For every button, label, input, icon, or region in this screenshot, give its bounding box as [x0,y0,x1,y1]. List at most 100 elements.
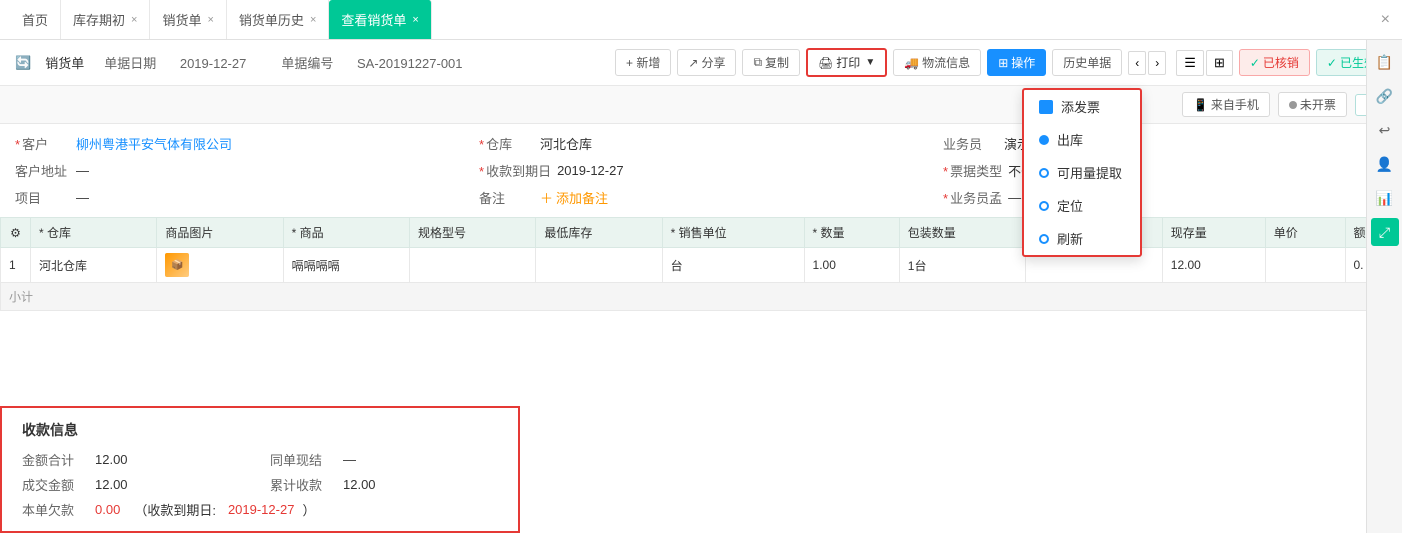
prev-button[interactable]: ‹ [1128,51,1146,75]
deal-amount-value: 12.00 [95,477,128,492]
plus-icon: ＋ [540,188,553,207]
tab-close-inventory[interactable]: × [131,14,137,26]
sold-out-button[interactable]: ✓ 已核销 [1239,49,1310,76]
doc-title-area: 🔄 销货单 单据日期 2019-12-27 单据编号 SA-20191227-0… [15,53,478,72]
tab-inventory-init[interactable]: 库存期初 × [61,0,150,39]
available-qty-icon [1039,168,1049,178]
doc-header: 🔄 销货单 单据日期 2019-12-27 单据编号 SA-20191227-0… [0,40,1402,86]
effective-check-icon: ✓ [1327,56,1337,70]
copy-icon: ⧉ [753,55,762,70]
subtotal-label: 小计 [1,283,1402,311]
col-settings[interactable]: ⚙ [1,218,31,248]
doc-number-value: SA-20191227-001 [357,56,463,71]
doc-actions: + 新增 ↗ 分享 ⧉ 复制 🖨 打印 ▼ 🚚 物流信息 [615,48,1387,77]
owed-row: 本单欠款 0.00 （收款到期日: 2019-12-27 ） [22,500,498,519]
row-qty: 1.00 [804,248,899,283]
table-row: 1 河北仓库 📦 嗝嗝嗝嗝 台 1.00 1台 12.00 [1,248,1402,283]
tab-sales-order[interactable]: 销货单 × [150,0,226,39]
row-index: 1 [1,248,31,283]
sidebar-user-icon[interactable]: 👤 [1371,150,1399,178]
grid-icon: ⊞ [998,56,1008,70]
grid-view-button[interactable]: ⊞ [1206,50,1233,76]
cumulative-row: 累计收款 12.00 [270,475,498,494]
form-section: *客户 柳州粤港平安气体有限公司 *仓库 河北仓库 业务员 演示账号 客户地址 … [0,124,1402,217]
check-circle-icon: ✓ [1250,56,1260,70]
copy-button[interactable]: ⧉ 复制 [742,49,800,76]
warehouse-value: 河北仓库 [540,134,592,153]
sidebar-link-icon[interactable]: 🔗 [1371,82,1399,110]
tab-close-view[interactable]: × [412,14,418,26]
print-button[interactable]: 🖨 打印 ▼ [806,48,887,77]
subtotal-row: 小计 [1,283,1402,311]
next-button[interactable]: › [1148,51,1166,75]
sidebar-doc-icon[interactable]: 📋 [1371,48,1399,76]
dropdown-locate[interactable]: 定位 [1024,189,1140,222]
same-order-value: — [343,452,356,467]
deal-amount-label: 成交金额 [22,475,87,494]
row-spec [409,248,535,283]
col-product: * 商品 [283,218,409,248]
tab-home[interactable]: 首页 [10,0,61,39]
dropdown-add-invoice[interactable]: 添发票 [1024,90,1140,123]
not-open-button[interactable]: 未开票 [1278,92,1347,117]
dropdown-outbound[interactable]: 出库 [1024,123,1140,156]
deal-amount-row: 成交金额 12.00 [22,475,250,494]
total-amount-row: 金额合计 12.00 [22,450,250,469]
view-toggle: ☰ ⊞ [1176,50,1233,76]
table-section: ⚙ * 仓库 商品图片 * 商品 规格型号 最低库存 * 销售单位 * 数量 包… [0,217,1402,311]
doc-number-label: 单据编号 SA-20191227-001 [281,53,477,72]
warehouse-row: *仓库 河北仓库 [479,134,923,153]
sidebar-undo-icon[interactable]: ↩ [1371,116,1399,144]
customer-value[interactable]: 柳州粤港平安气体有限公司 [76,134,232,153]
sidebar-expand-icon[interactable]: ⤢ [1371,218,1399,246]
add-button[interactable]: + 新增 [615,49,671,76]
logistics-button[interactable]: 🚚 物流信息 [893,49,981,76]
salesperson-row: *业务员孟 — [943,188,1387,207]
col-sales-unit: * 销售单位 [662,218,804,248]
add-note-button[interactable]: ＋ 添加备注 [540,188,608,207]
customer-row: *客户 柳州粤港平安气体有限公司 [15,134,459,153]
same-order-label: 同单现结 [270,450,335,469]
sidebar-chart-icon[interactable]: 📊 [1371,184,1399,212]
payment-date-row: *收款到期日 2019-12-27 [479,161,923,180]
product-image: 📦 [165,253,189,277]
row-product: 嗝嗝嗝嗝 [283,248,409,283]
doc-date-label: 单据日期 2019-12-27 [104,53,261,72]
right-sidebar: 📋 🔗 ↩ 👤 📊 ⤢ [1366,40,1402,533]
same-order-row: 同单现结 — [270,450,498,469]
cumulative-value: 12.00 [343,477,376,492]
main-content: 🔄 销货单 单据日期 2019-12-27 单据编号 SA-20191227-0… [0,40,1402,533]
tab-close-sales[interactable]: × [207,14,213,26]
print-dropdown-icon: ▼ [865,57,875,68]
print-icon: 🖨 [818,56,833,70]
owed-note-end: ） [302,500,315,519]
share-button[interactable]: ↗ 分享 [677,49,736,76]
tab-view-sales[interactable]: 查看销货单 × [329,0,431,39]
global-close-button[interactable]: × [1381,11,1390,29]
list-view-button[interactable]: ☰ [1176,50,1204,76]
gray-dot-icon [1289,101,1297,109]
locate-icon [1039,201,1049,211]
col-price: 单价 [1265,218,1345,248]
tab-close-history[interactable]: × [310,14,316,26]
row-min-stock [536,248,662,283]
doc-type-label: 销货单 [45,53,84,72]
payment-date-value: 2019-12-27 [557,163,624,178]
note-row: 备注 ＋ 添加备注 [479,188,923,207]
dropdown-refresh[interactable]: 刷新 [1024,222,1140,255]
tab-sales-history[interactable]: 销货单历史 × [227,0,329,39]
history-button[interactable]: 历史单据 [1052,49,1122,76]
col-stock: 现存量 [1162,218,1265,248]
from-mobile-button[interactable]: 📱 来自手机 [1182,92,1270,117]
dropdown-available-qty[interactable]: 可用量提取 [1024,156,1140,189]
payment-section: 收款信息 金额合计 12.00 同单现结 — 成交金额 12.00 累计收款 1… [0,406,520,533]
operate-dropdown: 添发票 出库 可用量提取 定位 刷新 [1022,88,1142,257]
add-invoice-icon [1039,100,1053,114]
cumulative-label: 累计收款 [270,475,335,494]
tab-bar: 首页 库存期初 × 销货单 × 销货单历史 × 查看销货单 × × [0,0,1402,40]
payment-grid: 金额合计 12.00 同单现结 — 成交金额 12.00 累计收款 12.00 … [22,450,498,519]
col-pack-qty: 包装数量 [899,218,1025,248]
order-table: ⚙ * 仓库 商品图片 * 商品 规格型号 最低库存 * 销售单位 * 数量 包… [0,217,1402,311]
operate-button[interactable]: ⊞ 操作 [987,49,1046,76]
owed-date: 2019-12-27 [228,502,295,517]
